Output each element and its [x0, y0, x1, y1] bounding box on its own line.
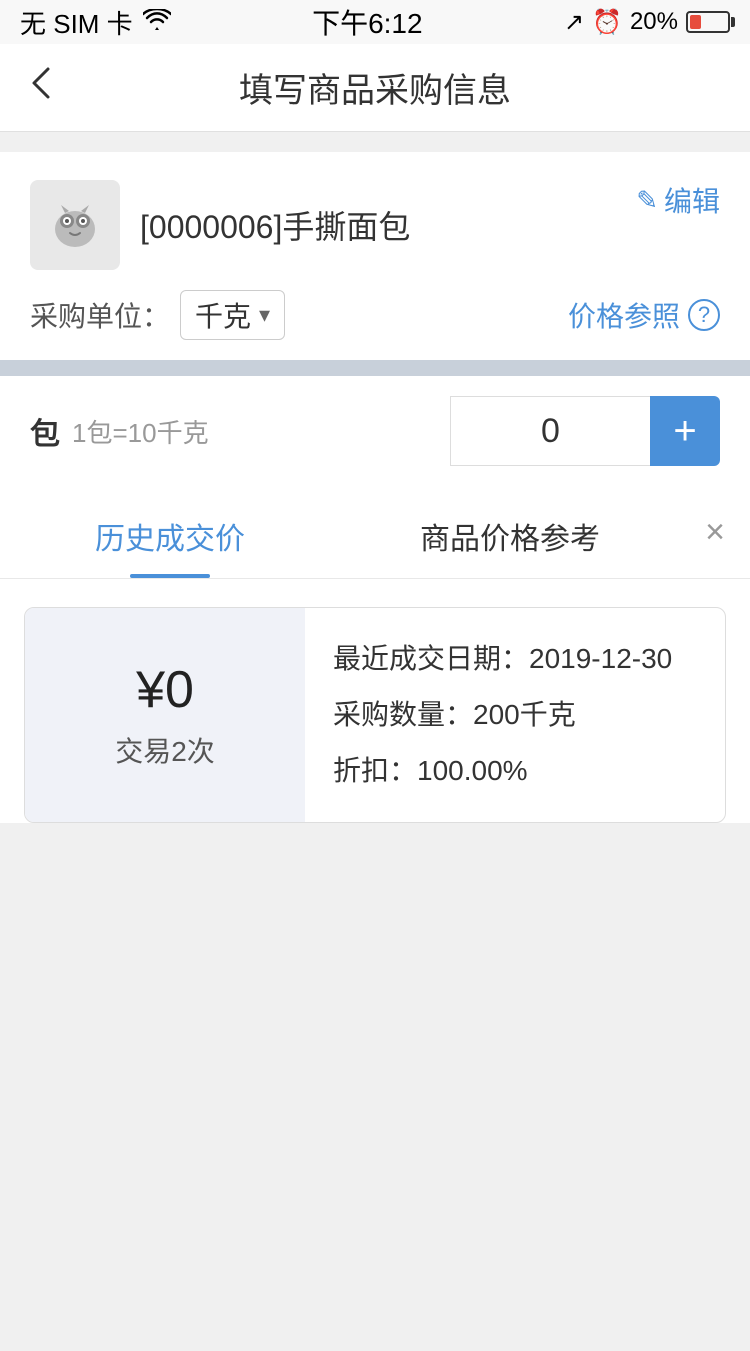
chevron-down-icon: ▾ — [259, 302, 270, 328]
purchase-qty-value: 200千克 — [473, 699, 576, 730]
nav-bar: 填写商品采购信息 — [0, 44, 750, 132]
trade-card: ¥0 交易2次 最近成交日期：2019-12-30 采购数量：200千克 折扣：… — [24, 607, 726, 823]
purchase-qty-label: 采购数量： — [333, 699, 473, 730]
tab-history-price[interactable]: 历史成交价 — [0, 486, 340, 578]
product-image — [30, 180, 120, 270]
battery-icon — [686, 11, 730, 33]
page-title: 填写商品采购信息 — [239, 63, 511, 112]
trade-price: ¥0 — [136, 660, 194, 720]
purchase-qty-row: 采购数量：200千克 — [333, 694, 697, 736]
product-left: [0000006]手撕面包 — [30, 180, 410, 270]
trade-count: 交易2次 — [115, 730, 215, 770]
battery-pct: 20% — [630, 8, 678, 36]
help-icon: ? — [688, 299, 720, 331]
product-unit-row: 采购单位： 千克 ▾ 价格参照 ? — [30, 290, 720, 340]
location-icon: ↗ — [564, 8, 584, 37]
trade-card-right: 最近成交日期：2019-12-30 采购数量：200千克 折扣：100.00% — [305, 608, 725, 822]
discount-value: 100.00% — [417, 755, 528, 786]
tab-price-ref[interactable]: 商品价格参考 — [340, 486, 680, 578]
product-card: [0000006]手撕面包 ✎ 编辑 采购单位： 千克 ▾ 价格参照 ? — [0, 152, 750, 360]
discount-label: 折扣： — [333, 755, 417, 786]
recent-date-value: 2019-12-30 — [529, 643, 672, 674]
quantity-row: 包 1包=10千克 + — [0, 376, 750, 486]
qty-plus-button[interactable]: + — [650, 396, 720, 466]
tab1-label: 历史成交价 — [95, 523, 245, 556]
wifi-icon — [143, 7, 171, 38]
recent-date-label: 最近成交日期： — [333, 643, 529, 674]
edit-icon: ✎ — [636, 185, 658, 216]
back-button[interactable] — [20, 55, 62, 120]
price-ref-button[interactable]: 价格参照 ? — [568, 295, 720, 335]
discount-row: 折扣：100.00% — [333, 750, 697, 792]
qty-input[interactable] — [450, 396, 650, 466]
status-left: 无 SIM 卡 — [20, 4, 171, 41]
recent-date-row: 最近成交日期：2019-12-30 — [333, 638, 697, 680]
empty-content-area — [0, 851, 750, 1351]
qty-conversion: 1包=10千克 — [72, 413, 209, 450]
tab-header: 历史成交价 商品价格参考 × — [0, 486, 750, 579]
alarm-icon: ⏰ — [592, 8, 622, 37]
carrier-text: 无 SIM 卡 — [20, 4, 133, 41]
trade-card-left: ¥0 交易2次 — [25, 608, 305, 822]
tab-close-button[interactable]: × — [680, 493, 750, 572]
section-divider — [0, 360, 750, 376]
qty-unit: 包 — [30, 409, 60, 453]
tab-panel: 历史成交价 商品价格参考 × ¥0 交易2次 最近成交日期：2019-12-30… — [0, 486, 750, 823]
clock-display: 下午6:12 — [312, 2, 423, 42]
product-header: [0000006]手撕面包 ✎ 编辑 — [30, 180, 720, 270]
edit-label: 编辑 — [664, 180, 720, 220]
qty-input-wrap: + — [450, 396, 720, 466]
tab2-label: 商品价格参考 — [420, 523, 600, 556]
status-bar: 无 SIM 卡 下午6:12 ↗ ⏰ 20% — [0, 0, 750, 44]
edit-button[interactable]: ✎ 编辑 — [636, 180, 720, 220]
price-ref-label: 价格参照 — [568, 295, 680, 335]
unit-label: 采购单位： — [30, 295, 170, 335]
unit-value: 千克 — [195, 295, 251, 335]
status-right: ↗ ⏰ 20% — [564, 8, 730, 37]
unit-select[interactable]: 千克 ▾ — [180, 290, 285, 340]
qty-label-wrap: 包 1包=10千克 — [30, 409, 209, 453]
product-name: [0000006]手撕面包 — [140, 202, 410, 248]
